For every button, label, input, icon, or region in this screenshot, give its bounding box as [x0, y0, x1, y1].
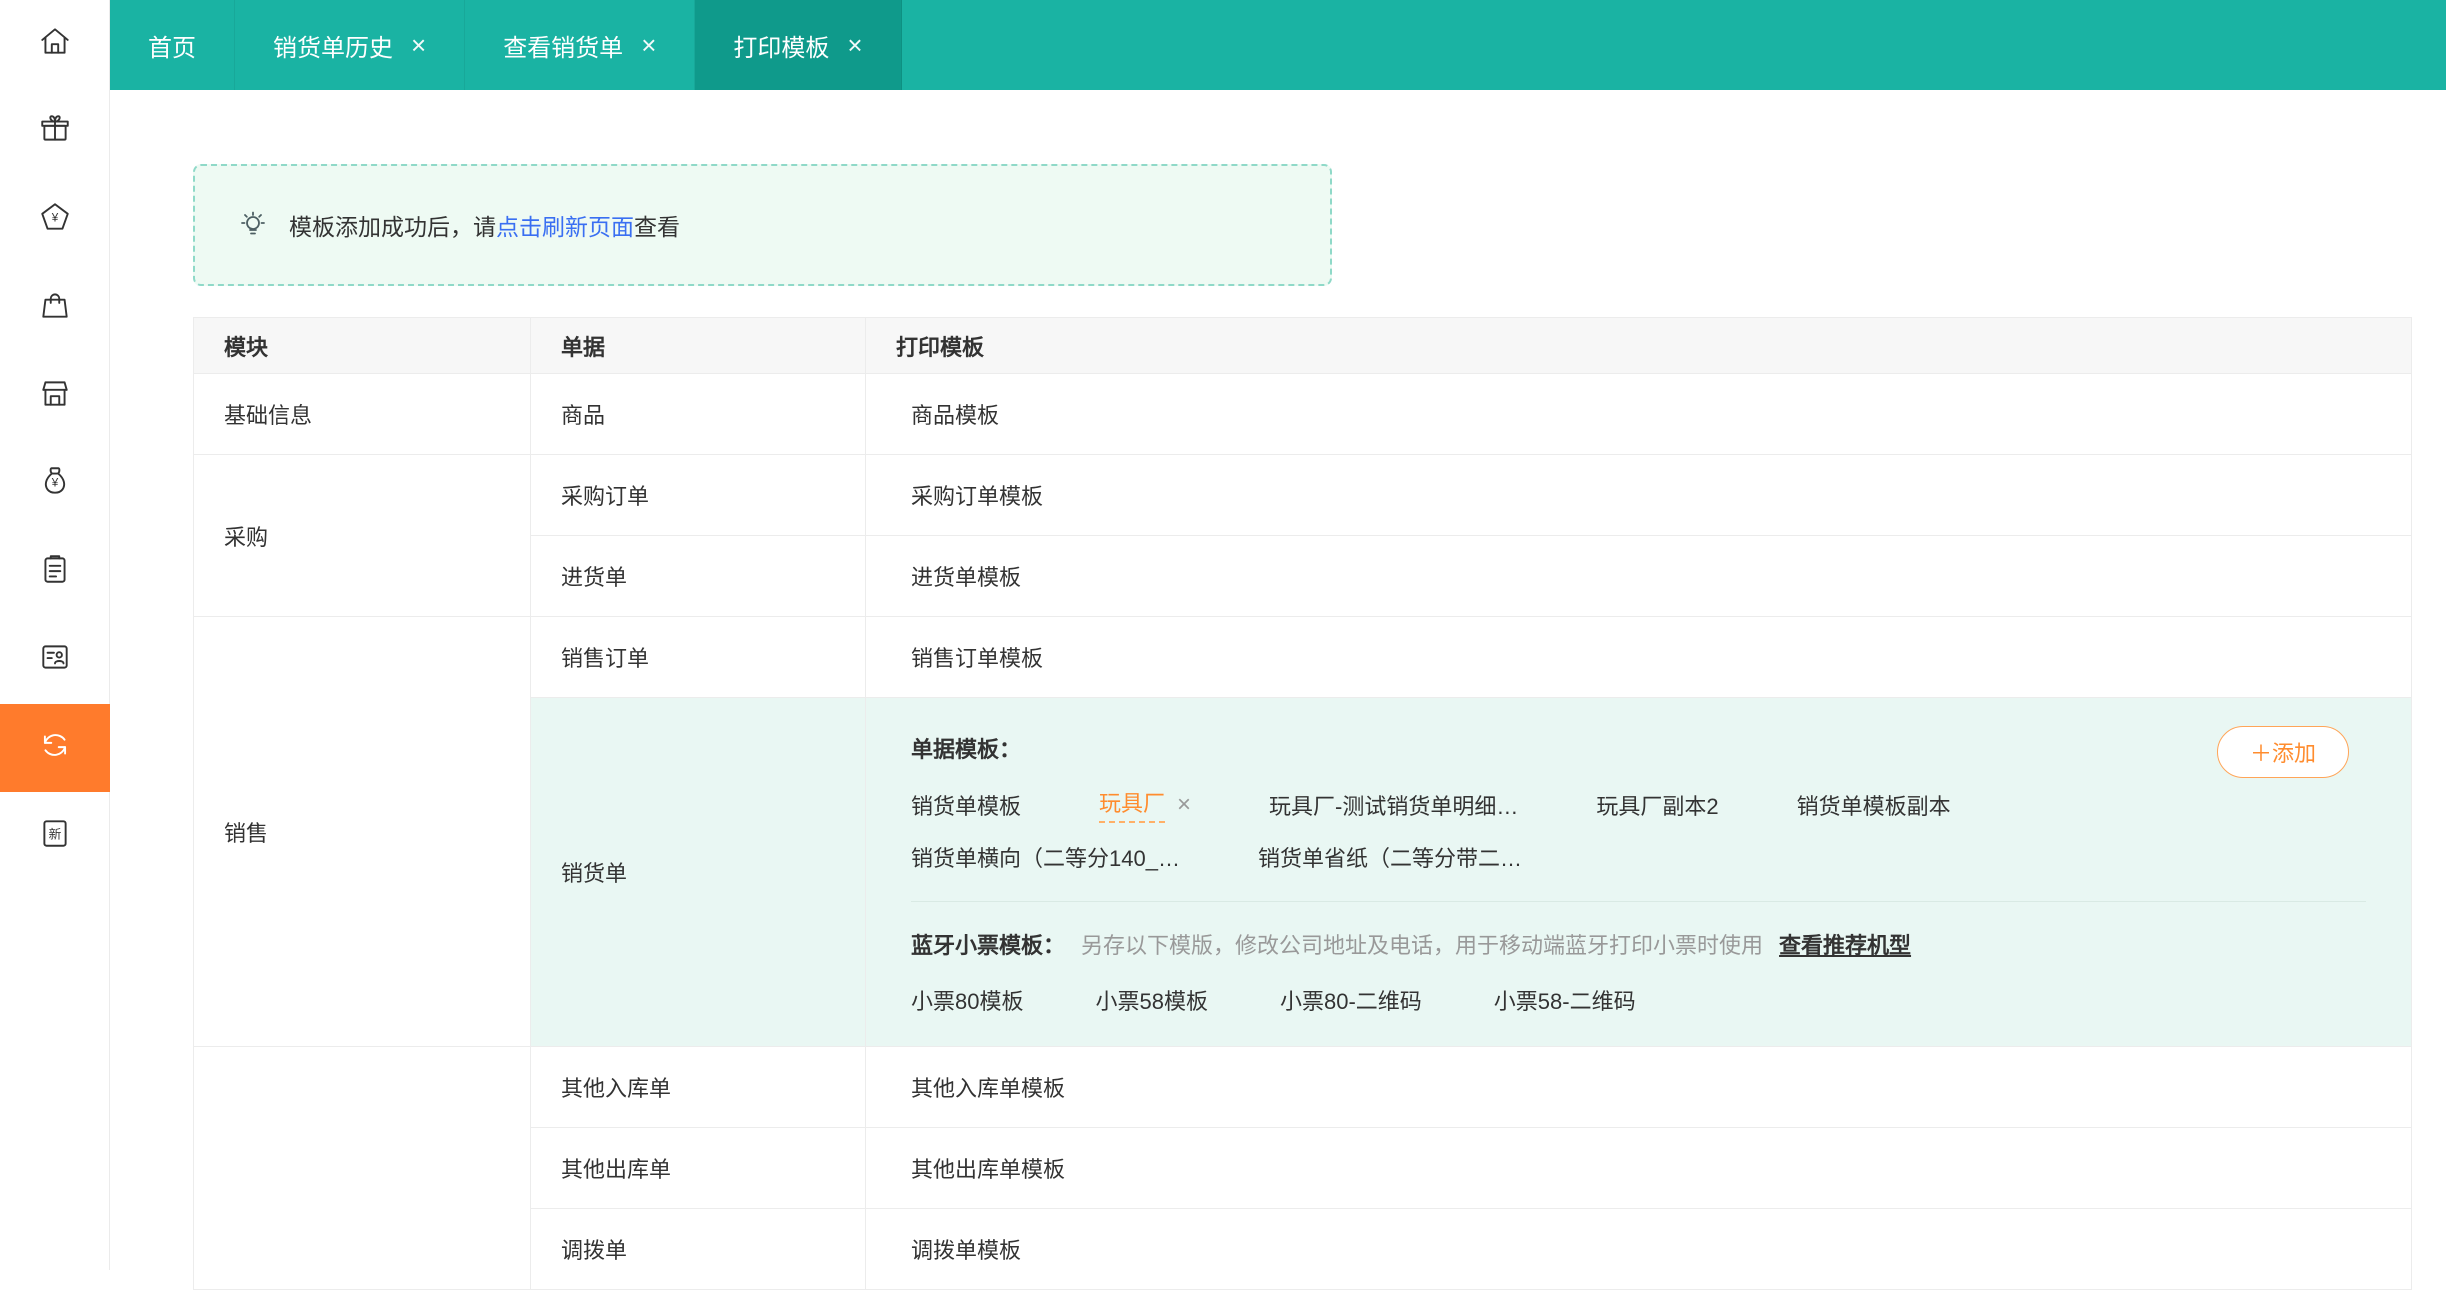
template-item[interactable]: 小票80-二维码 [1280, 984, 1422, 1016]
selected-template-label[interactable]: 玩具厂 [1099, 786, 1166, 823]
sidebar-item-coupon[interactable]: ¥ [0, 176, 110, 264]
tab-bar: 首页 销货单历史 × 查看销货单 × 打印模板 × [110, 0, 2446, 90]
ticket-template-list: 小票80模板 小票58模板 小票80-二维码 小票58-二维码 [911, 984, 2366, 1016]
template-cell[interactable]: 其他出库单模板 [865, 1127, 2412, 1209]
clipboard-icon [38, 552, 72, 592]
recommended-models-link[interactable]: 查看推荐机型 [1779, 928, 1911, 960]
template-cell[interactable]: 商品模板 [865, 373, 2412, 455]
sales-order-template-cell: 单据模板： ＋添加 销货单模板 玩具厂 × 玩具厂-测试销货单明细… 玩具厂副本… [865, 697, 2412, 1047]
money-bag-icon: ¥ [38, 464, 72, 504]
doc-cell: 销货单 [530, 697, 866, 1047]
template-list-row-2: 销货单横向（二等分140_… 销货单省纸（二等分带二… [911, 841, 2366, 873]
sidebar-item-new-doc[interactable]: 新 [0, 792, 110, 880]
template-item[interactable]: 销货单横向（二等分140_… [911, 841, 1180, 873]
tab-print-template[interactable]: 打印模板 × [695, 0, 902, 90]
module-cell [193, 1046, 531, 1290]
module-cell: 基础信息 [193, 373, 531, 455]
doc-cell: 其他入库单 [530, 1046, 866, 1128]
sidebar-item-gift[interactable] [0, 88, 110, 176]
template-item[interactable]: 销货单模板副本 [1797, 789, 1951, 821]
template-item[interactable]: 玩具厂副本2 [1596, 789, 1718, 821]
close-icon[interactable]: × [847, 32, 862, 58]
notice-text-prefix: 模板添加成功后，请 [289, 214, 496, 240]
shopping-bag-icon [38, 288, 72, 328]
main-content: 模板添加成功后，请 点击刷新页面 查看 模块 单据 打印模板 基础信息 商品 商品模… [110, 90, 2446, 1290]
template-item[interactable]: 销货单模板 [911, 789, 1021, 821]
remove-template-icon[interactable]: × [1177, 791, 1191, 819]
tab-label: 查看销货单 [503, 34, 624, 62]
contacts-icon [38, 640, 72, 680]
table-row: 销售 销售订单 销售订单模板 [193, 616, 2412, 1047]
template-list-row-1: 销货单模板 玩具厂 × 玩具厂-测试销货单明细… 玩具厂副本2 销货单模板副本 [911, 786, 2366, 823]
coupon-icon: ¥ [38, 200, 72, 240]
sidebar-item-contacts[interactable] [0, 616, 110, 704]
template-item[interactable]: 小票58-二维码 [1494, 984, 1636, 1016]
table-row: 基础信息 商品 商品模板 [193, 373, 2412, 455]
new-doc-icon: 新 [38, 816, 72, 856]
close-icon[interactable]: × [411, 32, 426, 58]
home-icon [38, 24, 72, 64]
sidebar-item-shopping-bag[interactable] [0, 264, 110, 352]
refresh-notice-banner: 模板添加成功后，请 点击刷新页面 查看 [193, 164, 1332, 286]
selected-template-item: 玩具厂 × [1099, 786, 1191, 823]
sidebar-item-store[interactable] [0, 352, 110, 440]
module-cell: 采购 [193, 454, 531, 617]
lightbulb-icon [237, 209, 269, 241]
doc-cell: 销售订单 [530, 616, 866, 698]
tab-home[interactable]: 首页 [110, 0, 235, 90]
svg-text:新: 新 [49, 826, 62, 841]
sidebar-item-orders[interactable] [0, 528, 110, 616]
doc-template-section-label: 单据模板： [911, 737, 1022, 762]
template-cell[interactable]: 调拨单模板 [865, 1208, 2412, 1290]
close-icon[interactable]: × [641, 32, 656, 58]
sidebar-item-home[interactable] [0, 0, 110, 88]
sync-icon [38, 728, 72, 768]
tab-label: 首页 [148, 34, 196, 62]
table-row: 采购 采购订单 采购订单模板 [193, 454, 2412, 617]
sidebar-item-money[interactable]: ¥ [0, 440, 110, 528]
tab-view-sales-order[interactable]: 查看销货单 × [465, 0, 696, 90]
module-cell: 销售 [193, 616, 531, 1047]
doc-cell: 商品 [530, 373, 866, 455]
icon-sidebar: ¥ ¥ 新 [0, 0, 110, 1270]
print-template-table: 模块 单据 打印模板 基础信息 商品 商品模板 采购 采购订单 采购订单模板 进… [193, 317, 2412, 1290]
store-icon [38, 376, 72, 416]
section-divider [911, 901, 2366, 902]
bluetooth-section-header: 蓝牙小票模板： 另存以下模版，修改公司地址及电话，用于移动端蓝牙打印小票时使用 … [911, 928, 2366, 960]
header-print-template: 打印模板 [865, 317, 2412, 374]
tab-label: 销货单历史 [273, 34, 393, 62]
svg-text:¥: ¥ [51, 476, 59, 489]
template-cell[interactable]: 进货单模板 [865, 535, 2412, 617]
svg-text:¥: ¥ [51, 211, 59, 224]
tab-sales-history[interactable]: 销货单历史 × [235, 0, 466, 90]
gift-icon [38, 112, 72, 152]
doc-cell: 其他出库单 [530, 1127, 866, 1209]
refresh-page-link[interactable]: 点击刷新页面 [496, 208, 634, 242]
bluetooth-template-label: 蓝牙小票模板： [911, 933, 1066, 958]
doc-cell: 调拨单 [530, 1208, 866, 1290]
table-row: 其他入库单 其他入库单模板 [193, 1046, 2412, 1290]
template-item[interactable]: 小票58模板 [1095, 984, 1207, 1016]
template-cell[interactable]: 销售订单模板 [865, 616, 2412, 698]
template-cell[interactable]: 采购订单模板 [865, 454, 2412, 536]
header-document: 单据 [530, 317, 866, 374]
doc-cell: 采购订单 [530, 454, 866, 536]
bluetooth-template-desc: 另存以下模版，修改公司地址及电话，用于移动端蓝牙打印小票时使用 [1081, 933, 1764, 958]
doc-cell: 进货单 [530, 535, 866, 617]
tab-label: 打印模板 [733, 34, 830, 62]
notice-text-suffix: 查看 [634, 214, 680, 240]
template-cell[interactable]: 其他入库单模板 [865, 1046, 2412, 1128]
template-item[interactable]: 玩具厂-测试销货单明细… [1269, 789, 1518, 821]
add-template-button[interactable]: ＋添加 [2216, 726, 2349, 778]
header-module: 模块 [193, 317, 531, 374]
template-item[interactable]: 销货单省纸（二等分带二… [1258, 841, 1522, 873]
table-header-row: 模块 单据 打印模板 [193, 317, 2412, 374]
sidebar-item-sync-active[interactable] [0, 704, 110, 792]
template-item[interactable]: 小票80模板 [911, 984, 1023, 1016]
